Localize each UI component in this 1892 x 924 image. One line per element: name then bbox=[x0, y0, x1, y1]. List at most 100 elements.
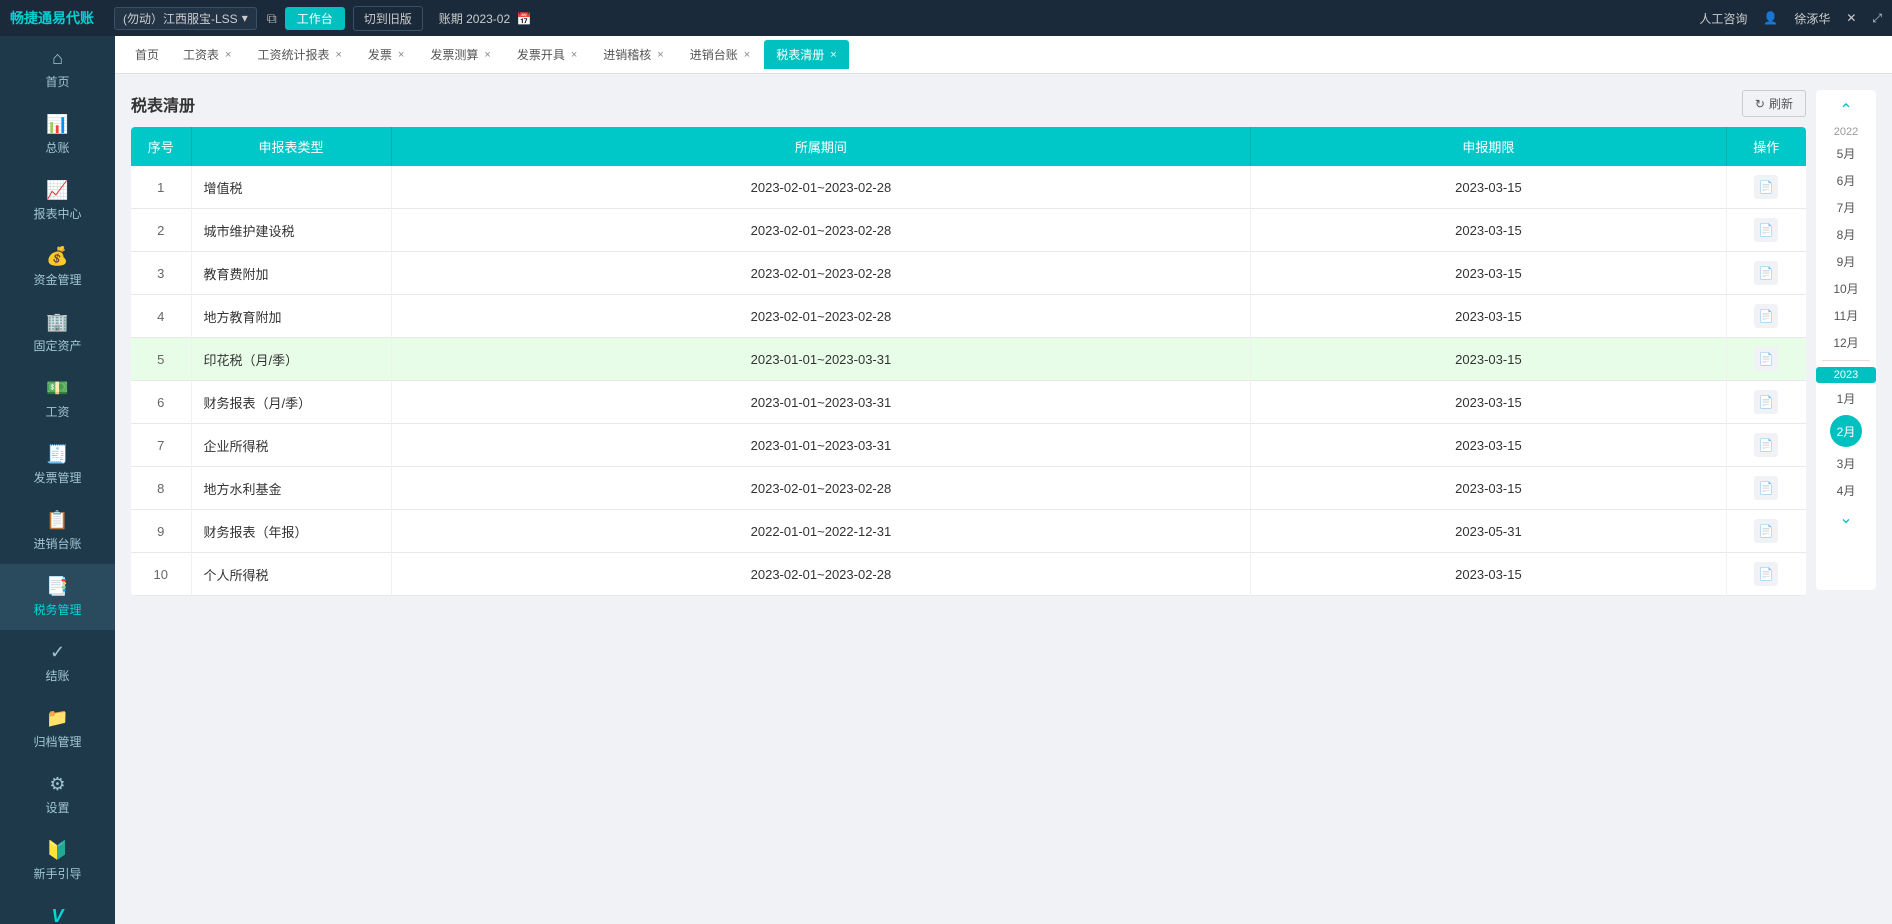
sidebar-item-payroll[interactable]: 💵 工资 bbox=[0, 366, 115, 432]
tab-payroll-table[interactable]: 工资表 × bbox=[171, 40, 243, 69]
top-bar: 畅捷通易代账 (勿动）江西服宝-LSS ▾ ⧉ 工作台 切到旧版 账期 2023… bbox=[0, 0, 1892, 36]
invoice-icon: 🧾 bbox=[46, 444, 68, 465]
work-bench-button[interactable]: 工作台 bbox=[285, 7, 345, 30]
ledger-icon: 📊 bbox=[46, 114, 68, 135]
sidebar-item-fixed-assets[interactable]: 🏢 固定资产 bbox=[0, 300, 115, 366]
sidebar-label-fixed-assets: 固定资产 bbox=[33, 337, 81, 354]
tab-close-invoice-open[interactable]: × bbox=[571, 49, 577, 61]
sidebar-label-reconcile: 结账 bbox=[45, 667, 69, 684]
sidebar-item-archive-mgmt[interactable]: 📁 归档管理 bbox=[0, 696, 115, 762]
settings-icon: ⚙ bbox=[49, 774, 65, 795]
top-actions: ⧉ 工作台 切到旧版 账期 2023-02 📅 bbox=[267, 6, 532, 31]
tab-close-payroll-table[interactable]: × bbox=[225, 49, 231, 61]
tab-close-purchase-review[interactable]: × bbox=[657, 49, 663, 61]
tax-clearance-table: 序号 申报表类型 所属期间 申报期限 操作 1增值税2023-02-01~202… bbox=[131, 127, 1806, 596]
month-2023-2[interactable]: 2月 bbox=[1830, 415, 1862, 447]
cell-deadline: 2023-03-15 bbox=[1251, 381, 1726, 424]
sidebar-item-purchase-sales[interactable]: 📋 进销台账 bbox=[0, 498, 115, 564]
page-title: 税表清册 bbox=[131, 92, 195, 116]
row-action-icon[interactable]: 📄 bbox=[1754, 519, 1778, 543]
month-2023-3[interactable]: 3月 bbox=[1816, 450, 1876, 477]
cell-period: 2023-02-01~2023-02-28 bbox=[391, 166, 1251, 209]
tab-purchase-review[interactable]: 进销稽核 × bbox=[591, 40, 675, 69]
company-select[interactable]: (勿动）江西服宝-LSS ▾ bbox=[114, 7, 257, 30]
guide-icon: 🔰 bbox=[46, 840, 68, 861]
tab-invoice[interactable]: 发票 × bbox=[356, 40, 416, 69]
tab-payroll-stats[interactable]: 工资统计报表 × bbox=[245, 40, 353, 69]
cell-action: 📄 bbox=[1726, 467, 1806, 510]
row-action-icon[interactable]: 📄 bbox=[1754, 562, 1778, 586]
tab-close-invoice-calc[interactable]: × bbox=[484, 49, 490, 61]
tab-home[interactable]: 首页 bbox=[125, 40, 169, 69]
refresh-button[interactable]: ↻ 刷新 bbox=[1742, 90, 1806, 117]
cell-action: 📄 bbox=[1726, 166, 1806, 209]
tab-invoice-open[interactable]: 发票开具 × bbox=[505, 40, 589, 69]
row-action-icon[interactable]: 📄 bbox=[1754, 476, 1778, 500]
month-5[interactable]: 5月 bbox=[1816, 140, 1876, 167]
sidebar-item-new-guide[interactable]: 🔰 新手引导 bbox=[0, 828, 115, 894]
assets-icon: 🏢 bbox=[46, 312, 68, 333]
cell-deadline: 2023-03-15 bbox=[1251, 252, 1726, 295]
tab-purchase-ledger[interactable]: 进销台账 × bbox=[678, 40, 762, 69]
tab-invoice-calc[interactable]: 发票测算 × bbox=[418, 40, 502, 69]
cell-deadline: 2023-03-15 bbox=[1251, 338, 1726, 381]
timeline-up-button[interactable]: ⌃ bbox=[1835, 96, 1856, 124]
sidebar-item-tax-mgmt[interactable]: 📑 税务管理 bbox=[0, 564, 115, 630]
cell-type: 财务报表（年报） bbox=[191, 510, 391, 553]
app-logo: 畅捷通易代账 bbox=[10, 8, 94, 28]
period-label: 账期 2023-02 📅 bbox=[439, 10, 532, 27]
cell-deadline: 2023-03-15 bbox=[1251, 467, 1726, 510]
cell-deadline: 2023-03-15 bbox=[1251, 295, 1726, 338]
year-2022-label: 2022 bbox=[1830, 124, 1862, 140]
row-action-icon[interactable]: 📄 bbox=[1754, 390, 1778, 414]
cell-action: 📄 bbox=[1726, 295, 1806, 338]
row-action-icon[interactable]: 📄 bbox=[1754, 347, 1778, 371]
month-11[interactable]: 11月 bbox=[1816, 302, 1876, 329]
month-10[interactable]: 10月 bbox=[1816, 275, 1876, 302]
row-action-icon[interactable]: 📄 bbox=[1754, 175, 1778, 199]
row-action-icon[interactable]: 📄 bbox=[1754, 261, 1778, 285]
row-action-icon[interactable]: 📄 bbox=[1754, 433, 1778, 457]
sidebar-item-settings[interactable]: ⚙ 设置 bbox=[0, 762, 115, 828]
cell-period: 2023-02-01~2023-02-28 bbox=[391, 295, 1251, 338]
month-7[interactable]: 7月 bbox=[1816, 194, 1876, 221]
month-2023-4[interactable]: 4月 bbox=[1816, 477, 1876, 504]
tab-close-invoice[interactable]: × bbox=[398, 49, 404, 61]
month-6[interactable]: 6月 bbox=[1816, 167, 1876, 194]
cell-deadline: 2023-03-15 bbox=[1251, 424, 1726, 467]
sidebar-item-home[interactable]: ⌂ 首页 bbox=[0, 36, 115, 102]
month-12[interactable]: 12月 bbox=[1816, 329, 1876, 356]
sidebar-item-fund-mgmt[interactable]: 💰 资金管理 bbox=[0, 234, 115, 300]
tab-close-payroll-stats[interactable]: × bbox=[335, 49, 341, 61]
month-2023-1[interactable]: 1月 bbox=[1816, 385, 1876, 412]
tab-close-purchase-ledger[interactable]: × bbox=[744, 49, 750, 61]
tab-close-tax-clearance[interactable]: × bbox=[830, 49, 836, 61]
month-8[interactable]: 8月 bbox=[1816, 221, 1876, 248]
table-row: 3教育费附加2023-02-01~2023-02-282023-03-15📄 bbox=[131, 252, 1806, 295]
cell-deadline: 2023-03-15 bbox=[1251, 209, 1726, 252]
timeline-down-button[interactable]: ⌄ bbox=[1835, 504, 1856, 532]
sidebar-item-invoice-mgmt[interactable]: 🧾 发票管理 bbox=[0, 432, 115, 498]
old-view-button[interactable]: 切到旧版 bbox=[353, 6, 423, 31]
sidebar-item-reconcile[interactable]: ✓ 结账 bbox=[0, 630, 115, 696]
right-actions: 人工咨询 👤 徐涿华 ✕ ⤢ bbox=[1699, 10, 1882, 27]
timeline-divider bbox=[1822, 360, 1870, 361]
cell-type: 地方水利基金 bbox=[191, 467, 391, 510]
cell-type: 印花税（月/季） bbox=[191, 338, 391, 381]
sidebar-item-vip[interactable]: V 畅会员 bbox=[0, 894, 115, 924]
cell-no: 6 bbox=[131, 381, 191, 424]
tab-tax-clearance[interactable]: 税表清册 × bbox=[764, 40, 848, 69]
ai-consult[interactable]: 人工咨询 bbox=[1699, 10, 1747, 27]
main-panel: 税表清册 ↻ 刷新 序号 申报表类型 所属期间 申报期限 操作 bbox=[131, 90, 1806, 908]
close-icon[interactable]: ✕ bbox=[1846, 11, 1856, 25]
sidebar-item-report-center[interactable]: 📈 报表中心 bbox=[0, 168, 115, 234]
cell-period: 2023-02-01~2023-02-28 bbox=[391, 252, 1251, 295]
cell-no: 8 bbox=[131, 467, 191, 510]
report-icon: 📈 bbox=[46, 180, 68, 201]
month-9[interactable]: 9月 bbox=[1816, 248, 1876, 275]
sidebar-item-general-ledger[interactable]: 📊 总账 bbox=[0, 102, 115, 168]
row-action-icon[interactable]: 📄 bbox=[1754, 304, 1778, 328]
cell-no: 1 bbox=[131, 166, 191, 209]
row-action-icon[interactable]: 📄 bbox=[1754, 218, 1778, 242]
maximize-icon[interactable]: ⤢ bbox=[1872, 11, 1882, 26]
